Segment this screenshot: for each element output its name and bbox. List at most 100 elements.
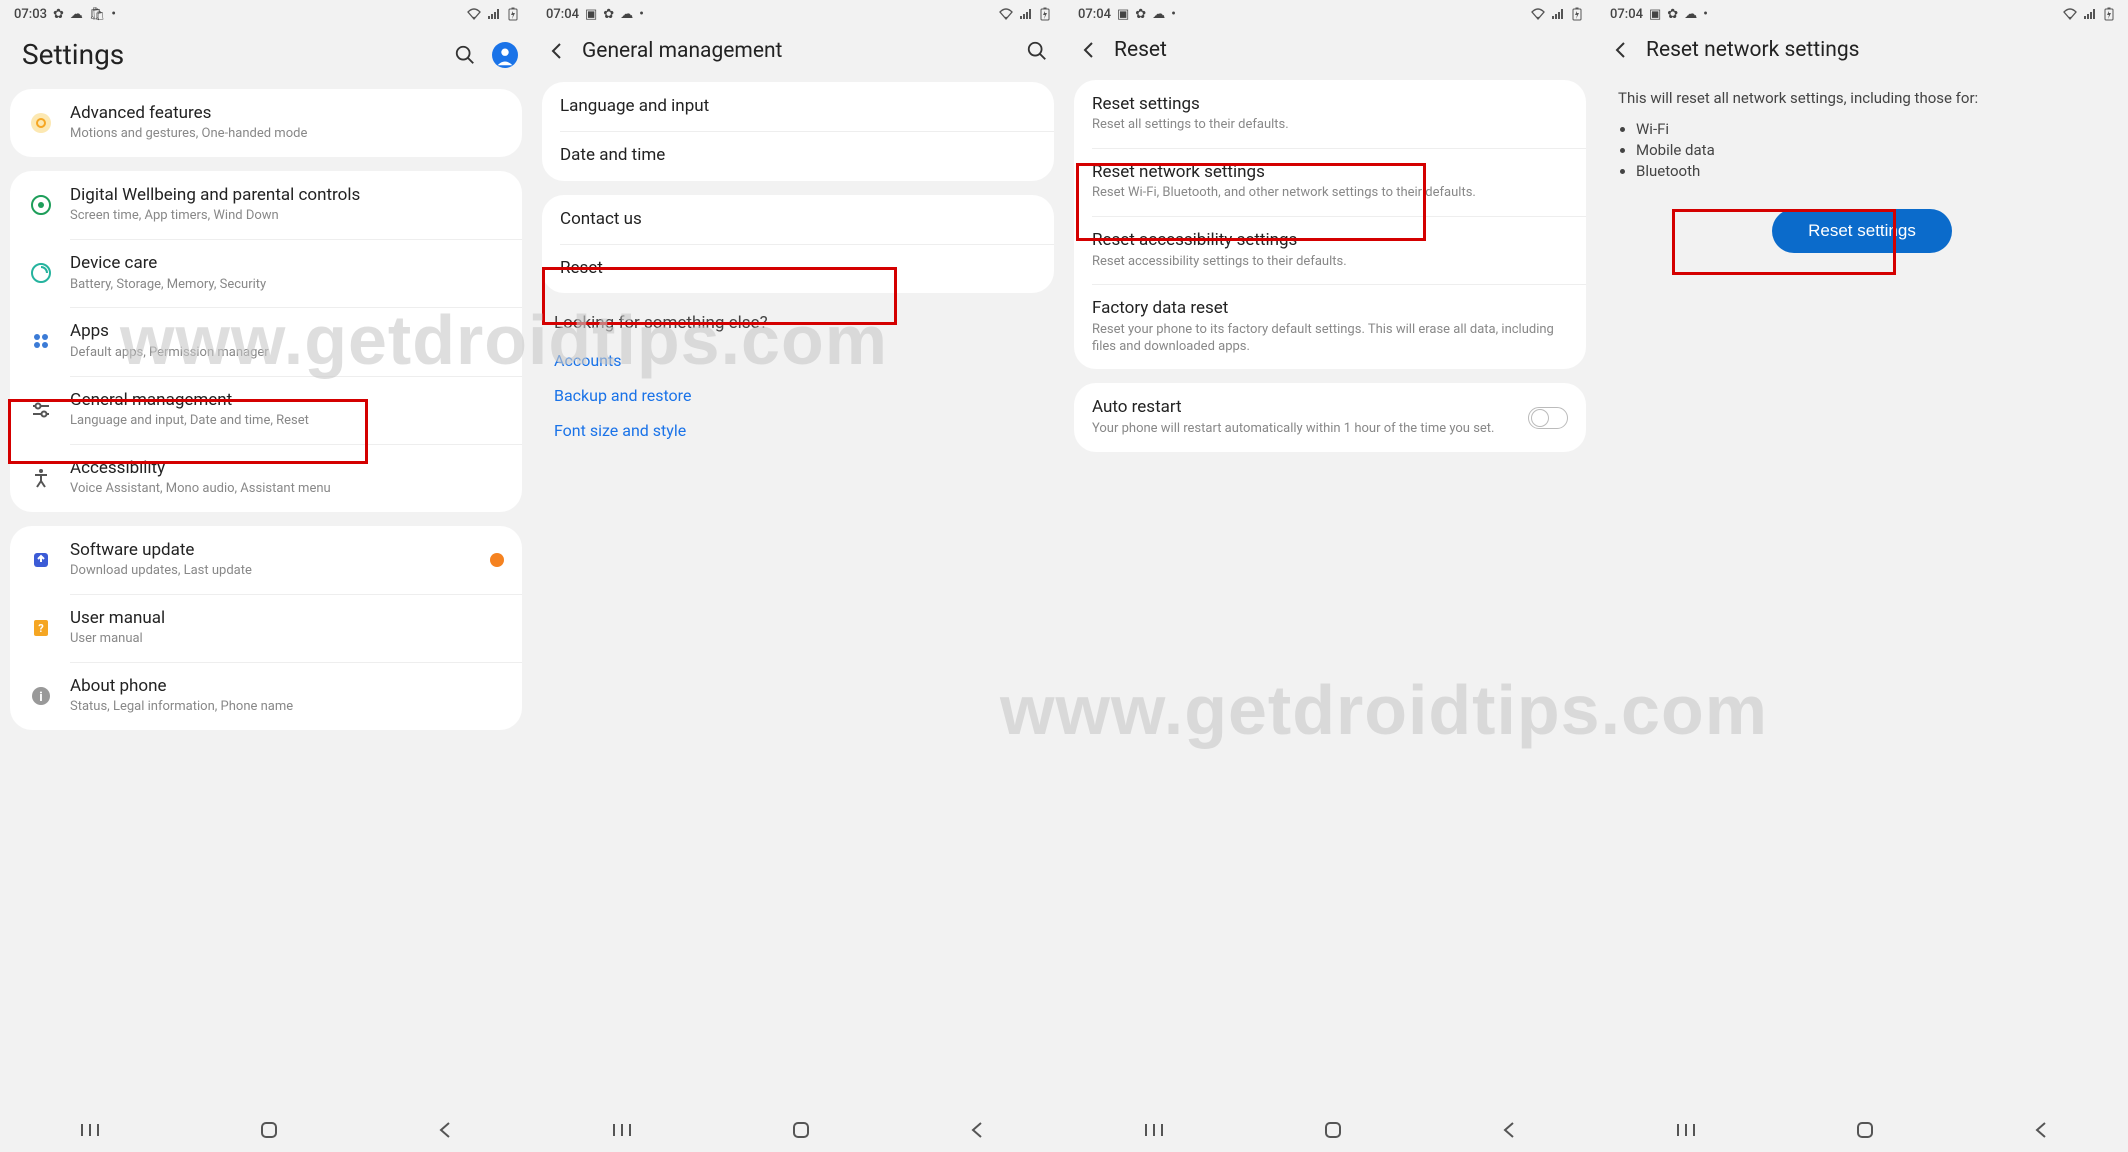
status-time: 07:04 bbox=[546, 7, 579, 22]
signal-icon bbox=[1020, 8, 1034, 20]
header: Reset network settings bbox=[1596, 28, 2128, 80]
software-update-icon bbox=[28, 547, 54, 573]
gm-item-reset[interactable]: Reset bbox=[542, 244, 1054, 293]
nav-recent-icon[interactable] bbox=[612, 1122, 632, 1138]
nav-recent-icon[interactable] bbox=[1676, 1122, 1696, 1138]
looking-for-hint: Looking for something else? bbox=[532, 307, 1064, 343]
nav-home-icon[interactable] bbox=[1324, 1121, 1342, 1139]
back-button[interactable] bbox=[1610, 39, 1632, 61]
item-title: Reset network settings bbox=[1092, 162, 1568, 183]
dot-status-icon: • bbox=[111, 7, 116, 22]
nav-back-icon[interactable] bbox=[2034, 1121, 2048, 1139]
wellbeing-icon bbox=[28, 192, 54, 218]
settings-item-general-management[interactable]: General management Language and input, D… bbox=[10, 376, 522, 444]
settings-item-apps[interactable]: Apps Default apps, Permission manager bbox=[10, 307, 522, 375]
gm-item-date[interactable]: Date and time bbox=[542, 131, 1054, 180]
gm-group-1: Language and input Date and time bbox=[542, 82, 1054, 181]
page-title: Reset bbox=[1114, 38, 1582, 62]
reset-settings-button[interactable]: Reset settings bbox=[1772, 209, 1952, 253]
nav-back-icon[interactable] bbox=[970, 1121, 984, 1139]
reset-item-reset-accessibility-settings[interactable]: Reset accessibility settings Reset acces… bbox=[1074, 216, 1586, 284]
bag-status-icon: 🛍 bbox=[89, 7, 106, 22]
gear-status-icon: ✿ bbox=[1667, 7, 1678, 22]
link-backup-restore[interactable]: Backup and restore bbox=[554, 378, 1042, 413]
update-badge-icon bbox=[490, 553, 504, 567]
gear-status-icon: ✿ bbox=[603, 7, 614, 22]
item-title: Device care bbox=[70, 253, 504, 274]
reset-item-reset-settings[interactable]: Reset settings Reset all settings to the… bbox=[1074, 80, 1586, 148]
link-accounts[interactable]: Accounts bbox=[554, 343, 1042, 378]
dot-status-icon: • bbox=[1703, 7, 1708, 22]
item-title: Contact us bbox=[560, 209, 1036, 230]
nav-recent-icon[interactable] bbox=[80, 1122, 100, 1138]
header: General management bbox=[532, 28, 1064, 82]
nav-bar bbox=[1064, 1108, 1596, 1152]
dot-status-icon: • bbox=[1171, 7, 1176, 22]
nav-back-icon[interactable] bbox=[1502, 1121, 1516, 1139]
bullet-mobile-data: Mobile data bbox=[1636, 141, 2106, 159]
item-subtitle: Voice Assistant, Mono audio, Assistant m… bbox=[70, 481, 504, 498]
item-subtitle: Reset all settings to their defaults. bbox=[1092, 117, 1568, 134]
settings-group-1: Advanced features Motions and gestures, … bbox=[10, 89, 522, 157]
signal-icon bbox=[1552, 8, 1566, 20]
item-subtitle: Default apps, Permission manager bbox=[70, 345, 504, 362]
nav-home-icon[interactable] bbox=[792, 1121, 810, 1139]
item-title: Apps bbox=[70, 321, 504, 342]
wifi-icon bbox=[2062, 8, 2078, 20]
item-subtitle: Language and input, Date and time, Reset bbox=[70, 413, 504, 430]
page-title: Reset network settings bbox=[1646, 38, 2114, 62]
cloud-status-icon: ☁ bbox=[70, 7, 83, 22]
wifi-icon bbox=[466, 8, 482, 20]
reset-item-auto-restart[interactable]: Auto restart Your phone will restart aut… bbox=[1074, 383, 1586, 451]
item-subtitle: User manual bbox=[70, 631, 504, 648]
status-time: 07:04 bbox=[1078, 7, 1111, 22]
nav-recent-icon[interactable] bbox=[1144, 1122, 1164, 1138]
signal-icon bbox=[2084, 8, 2098, 20]
item-subtitle: Battery, Storage, Memory, Security bbox=[70, 277, 504, 294]
settings-item-user-manual[interactable]: ? User manual User manual bbox=[10, 594, 522, 662]
back-button[interactable] bbox=[546, 40, 568, 62]
settings-item-device-care[interactable]: Device care Battery, Storage, Memory, Se… bbox=[10, 239, 522, 307]
cloud-status-icon: ☁ bbox=[1152, 7, 1165, 22]
item-title: Date and time bbox=[560, 145, 1036, 166]
gm-group-2: Contact us Reset bbox=[542, 195, 1054, 294]
auto-restart-toggle[interactable] bbox=[1528, 407, 1568, 429]
search-icon[interactable] bbox=[1024, 38, 1050, 64]
gm-item-language[interactable]: Language and input bbox=[542, 82, 1054, 131]
item-title: Software update bbox=[70, 540, 474, 561]
svg-text:?: ? bbox=[38, 622, 44, 635]
settings-item-advanced-features[interactable]: Advanced features Motions and gestures, … bbox=[10, 89, 522, 157]
settings-item-digital-wellbeing[interactable]: Digital Wellbeing and parental controls … bbox=[10, 171, 522, 239]
settings-item-accessibility[interactable]: Accessibility Voice Assistant, Mono audi… bbox=[10, 444, 522, 512]
advanced-features-icon bbox=[28, 110, 54, 136]
item-subtitle: Your phone will restart automatically wi… bbox=[1092, 421, 1512, 438]
screen-reset-network-settings: 07:04 ▣ ✿ ☁ • Reset network settings Thi… bbox=[1596, 0, 2128, 1152]
item-subtitle: Download updates, Last update bbox=[70, 563, 474, 580]
reset-group-1: Reset settings Reset all settings to the… bbox=[1074, 80, 1586, 369]
settings-item-about-phone[interactable]: i About phone Status, Legal information,… bbox=[10, 662, 522, 730]
reset-button-wrap: Reset settings bbox=[1596, 201, 2128, 261]
settings-item-software-update[interactable]: Software update Download updates, Last u… bbox=[10, 526, 522, 594]
battery-icon bbox=[1040, 7, 1050, 21]
header: Reset bbox=[1064, 28, 1596, 80]
reset-item-factory-data-reset[interactable]: Factory data reset Reset your phone to i… bbox=[1074, 284, 1586, 369]
screen-general-management: 07:04 ▣ ✿ ☁ • General management Languag… bbox=[532, 0, 1064, 1152]
screen-reset: 07:04 ▣ ✿ ☁ • Reset Reset settings Reset… bbox=[1064, 0, 1596, 1152]
item-subtitle: Motions and gestures, One-handed mode bbox=[70, 126, 504, 143]
profile-avatar[interactable] bbox=[492, 42, 518, 68]
nav-home-icon[interactable] bbox=[1856, 1121, 1874, 1139]
status-time: 07:03 bbox=[14, 7, 47, 22]
nav-home-icon[interactable] bbox=[260, 1121, 278, 1139]
reset-item-reset-network-settings[interactable]: Reset network settings Reset Wi-Fi, Blue… bbox=[1074, 148, 1586, 216]
gm-item-contact-us[interactable]: Contact us bbox=[542, 195, 1054, 244]
nav-back-icon[interactable] bbox=[438, 1121, 452, 1139]
item-subtitle: Status, Legal information, Phone name bbox=[70, 699, 504, 716]
gear-status-icon: ✿ bbox=[1135, 7, 1146, 22]
status-bar: 07:04 ▣ ✿ ☁ • bbox=[532, 0, 1064, 28]
apps-icon bbox=[28, 328, 54, 354]
item-title: User manual bbox=[70, 608, 504, 629]
search-icon[interactable] bbox=[452, 42, 478, 68]
item-title: Auto restart bbox=[1092, 397, 1512, 418]
back-button[interactable] bbox=[1078, 39, 1100, 61]
link-font-size[interactable]: Font size and style bbox=[554, 413, 1042, 448]
